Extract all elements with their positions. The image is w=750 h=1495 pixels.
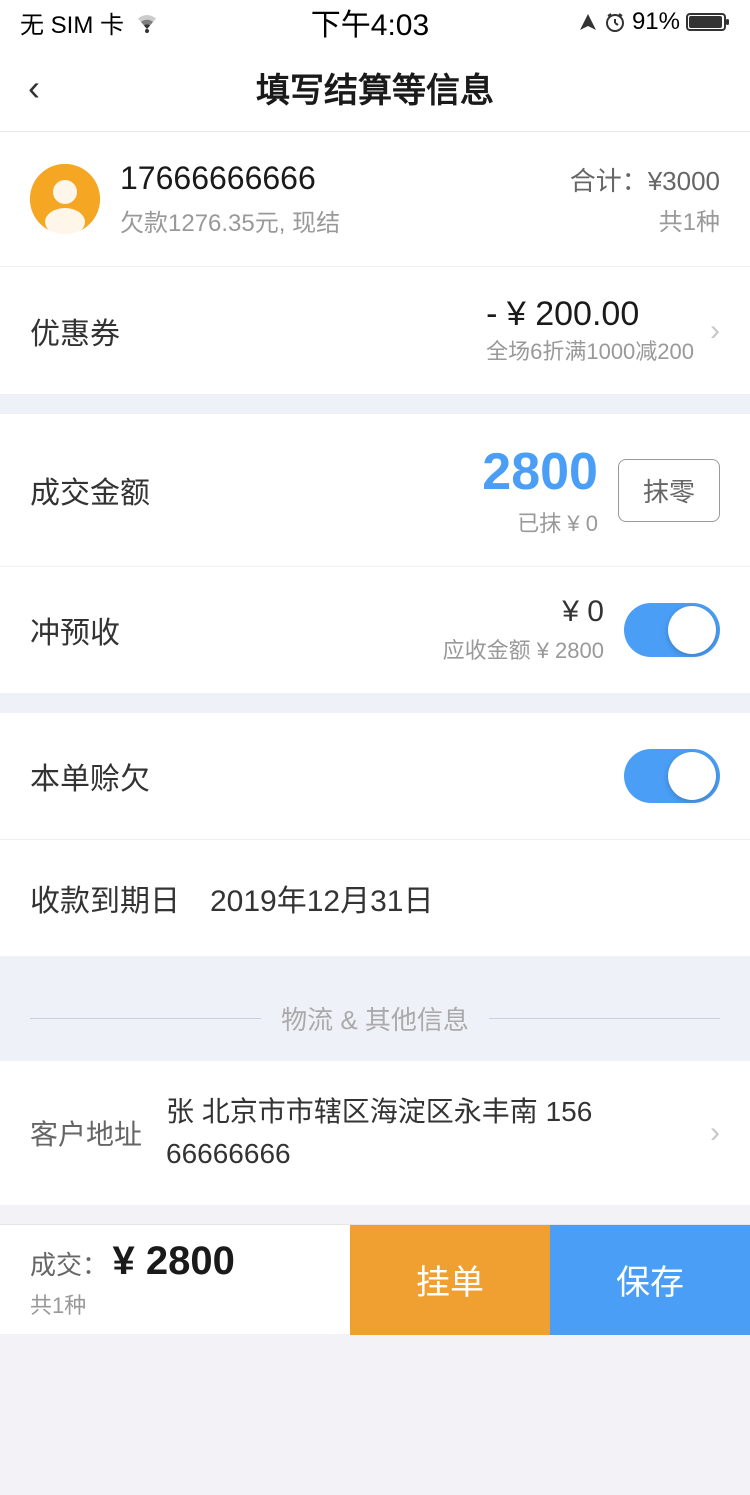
status-left: 无 SIM 卡 (20, 5, 162, 40)
prepay-right: ¥ 0 应收金额 ¥ 2800 (443, 595, 720, 665)
customer-phone: 17666666666 (120, 160, 340, 197)
address-label: 客户地址 (30, 1113, 142, 1153)
deal-amount-right: 2800 已抹 ¥ 0 抹零 (482, 442, 720, 538)
section-separator-1 (0, 394, 750, 414)
bottom-summary: 成交： ¥ 2800 共1种 (0, 1239, 350, 1320)
status-bar: 无 SIM 卡 下午4:03 91% (0, 0, 750, 44)
nav-bar: ‹ 填写结算等信息 (0, 44, 750, 132)
bottom-count: 共1种 (30, 1288, 320, 1320)
coupon-desc: 全场6折满1000减200 (486, 334, 694, 366)
page-title: 填写结算等信息 (256, 63, 494, 112)
deal-amount-section: 成交金额 2800 已抹 ¥ 0 抹零 冲预收 ¥ 0 应收金额 ¥ 2800 (0, 414, 750, 693)
coupon-label: 优惠券 (30, 309, 120, 353)
deal-amount-sub: 已抹 ¥ 0 (482, 506, 598, 538)
total-label: 合计：¥3000 (570, 161, 720, 198)
customer-section: 17666666666 欠款1276.35元, 现结 合计：¥3000 共1种 … (0, 132, 750, 394)
total-count: 共1种 (570, 202, 720, 237)
section-separator-3 (0, 956, 750, 976)
prepay-label: 冲预收 (30, 608, 120, 652)
debt-toggle[interactable] (624, 749, 720, 803)
due-date-row: 收款到期日 2019年12月31日 (0, 839, 750, 956)
location-icon (578, 12, 598, 32)
avatar (30, 164, 100, 234)
coupon-right: - ¥ 200.00 全场6折满1000减200 › (486, 295, 720, 366)
due-date-label: 收款到期日 (30, 876, 180, 920)
status-time: 下午4:03 (311, 0, 429, 44)
coupon-row[interactable]: 优惠券 - ¥ 200.00 全场6折满1000减200 › (0, 266, 750, 394)
debt-label: 本单赊欠 (30, 754, 150, 798)
round-zero-button[interactable]: 抹零 (618, 459, 720, 522)
prepay-row: 冲预收 ¥ 0 应收金额 ¥ 2800 (0, 566, 750, 693)
save-button[interactable]: 保存 (550, 1225, 750, 1335)
bottom-deal-label: 成交： (30, 1250, 108, 1280)
coupon-chevron-icon: › (710, 314, 720, 348)
coupon-discount: - ¥ 200.00 (486, 295, 694, 334)
debt-row: 本单赊欠 (0, 713, 750, 839)
battery-percent: 91% (632, 8, 680, 36)
bottom-bar: 成交： ¥ 2800 共1种 挂单 保存 (0, 1224, 750, 1334)
wifi-icon (132, 11, 162, 33)
debt-toggle-knob (668, 752, 716, 800)
prepay-toggle[interactable] (624, 603, 720, 657)
bottom-padding (0, 1385, 750, 1495)
logistics-line-left (30, 1018, 261, 1019)
section-separator-2 (0, 693, 750, 713)
deal-amount-value: 2800 (482, 442, 598, 502)
logistics-header: 物流 & 其他信息 (0, 976, 750, 1061)
battery-icon (686, 11, 730, 33)
due-date-value: 2019年12月31日 (210, 876, 433, 920)
customer-row: 17666666666 欠款1276.35元, 现结 合计：¥3000 共1种 (0, 132, 750, 266)
toggle-knob (668, 606, 716, 654)
bottom-amount: ¥ 2800 (112, 1239, 234, 1283)
deal-amount-row: 成交金额 2800 已抹 ¥ 0 抹零 (0, 414, 750, 566)
address-value: 张 北京市市辖区海淀区永丰南 156 66666666 (166, 1091, 700, 1175)
prepay-sub: 应收金额 ¥ 2800 (443, 633, 604, 665)
back-button[interactable]: ‹ (28, 67, 40, 109)
status-right: 91% (578, 8, 730, 36)
hang-order-button[interactable]: 挂单 (350, 1225, 550, 1335)
prepay-value: ¥ 0 (443, 595, 604, 629)
deal-amount-label: 成交金额 (30, 468, 150, 512)
debt-section: 本单赊欠 收款到期日 2019年12月31日 (0, 713, 750, 956)
prepay-value-wrap: ¥ 0 应收金额 ¥ 2800 (443, 595, 604, 665)
bottom-deal-row: 成交： ¥ 2800 (30, 1239, 320, 1284)
address-row[interactable]: 客户地址 张 北京市市辖区海淀区永丰南 156 66666666 › (0, 1061, 750, 1205)
logistics-title: 物流 & 其他信息 (261, 1000, 489, 1037)
alarm-icon (604, 11, 626, 33)
customer-total: 合计：¥3000 共1种 (570, 161, 720, 237)
customer-debt: 欠款1276.35元, 现结 (120, 203, 340, 238)
address-chevron-icon: › (710, 1116, 720, 1150)
sim-status: 无 SIM 卡 (20, 5, 124, 40)
customer-info: 17666666666 欠款1276.35元, 现结 (120, 160, 340, 238)
logistics-line-right (489, 1018, 720, 1019)
customer-left: 17666666666 欠款1276.35元, 现结 (30, 160, 340, 238)
